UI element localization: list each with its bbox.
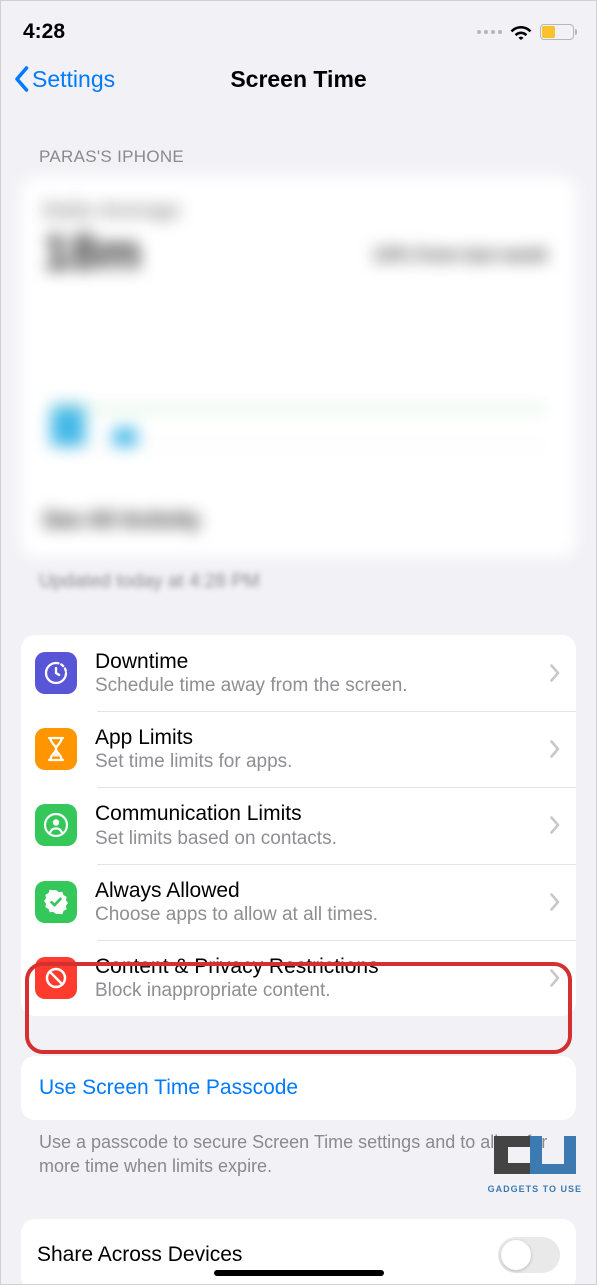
chevron-right-icon [550,969,560,987]
updated-text: Updated today at 4:28 PM [21,557,576,597]
chevron-right-icon [550,893,560,911]
downtime-icon [35,652,77,694]
daily-stat: 14% from last week [373,245,548,267]
see-all-activity[interactable]: See All Activity [43,507,200,533]
person-circle-icon [35,804,77,846]
scroll-area[interactable]: PARAS'S IPHONE Daily Average 18m 14% fro… [1,107,596,1285]
row-always-allowed[interactable]: Always Allowed Choose apps to allow at a… [21,864,576,940]
row-downtime[interactable]: Downtime Schedule time away from the scr… [21,635,576,711]
row-title: Always Allowed [95,878,542,903]
hourglass-icon [35,728,77,770]
cellular-icon [477,30,502,34]
section-header: PARAS'S IPHONE [21,107,576,177]
wifi-icon [510,24,532,40]
row-sub: Block inappropriate content. [95,980,542,1002]
status-time: 4:28 [23,20,65,44]
share-title: Share Across Devices [37,1243,242,1267]
home-indicator[interactable] [214,1270,384,1276]
row-title: Downtime [95,649,542,674]
watermark-logo-icon [488,1128,582,1182]
row-use-passcode[interactable]: Use Screen Time Passcode [21,1056,576,1120]
chevron-right-icon [550,740,560,758]
checkmark-seal-icon [35,881,77,923]
daily-average-label: Daily Average [43,199,554,223]
row-content-privacy[interactable]: Content & Privacy Restrictions Block ina… [21,940,576,1016]
chevron-right-icon [550,664,560,682]
watermark: GADGETS TO USE [488,1128,582,1194]
daily-average-card[interactable]: Daily Average 18m 14% from last week See… [21,177,576,557]
no-symbol-icon [35,957,77,999]
page-title: Screen Time [1,66,596,93]
row-sub: Choose apps to allow at all times. [95,904,542,926]
status-right [477,24,574,40]
daily-chart [51,317,546,447]
row-title: Content & Privacy Restrictions [95,954,542,979]
row-app-limits[interactable]: App Limits Set time limits for apps. [21,711,576,787]
share-toggle[interactable] [498,1237,560,1273]
row-title: App Limits [95,725,542,750]
battery-icon [540,24,574,40]
row-communication-limits[interactable]: Communication Limits Set limits based on… [21,787,576,863]
row-sub: Set limits based on contacts. [95,828,542,850]
row-title: Communication Limits [95,801,542,826]
watermark-text: GADGETS TO USE [488,1184,582,1194]
settings-list: Downtime Schedule time away from the scr… [21,635,576,1016]
row-sub: Set time limits for apps. [95,751,542,773]
chevron-right-icon [550,816,560,834]
row-sub: Schedule time away from the screen. [95,675,542,697]
screen-frame: 4:28 Settings Screen Time PARAS'S IPHONE… [0,0,597,1285]
nav-bar: Settings Screen Time [1,51,596,107]
status-bar: 4:28 [1,1,596,51]
